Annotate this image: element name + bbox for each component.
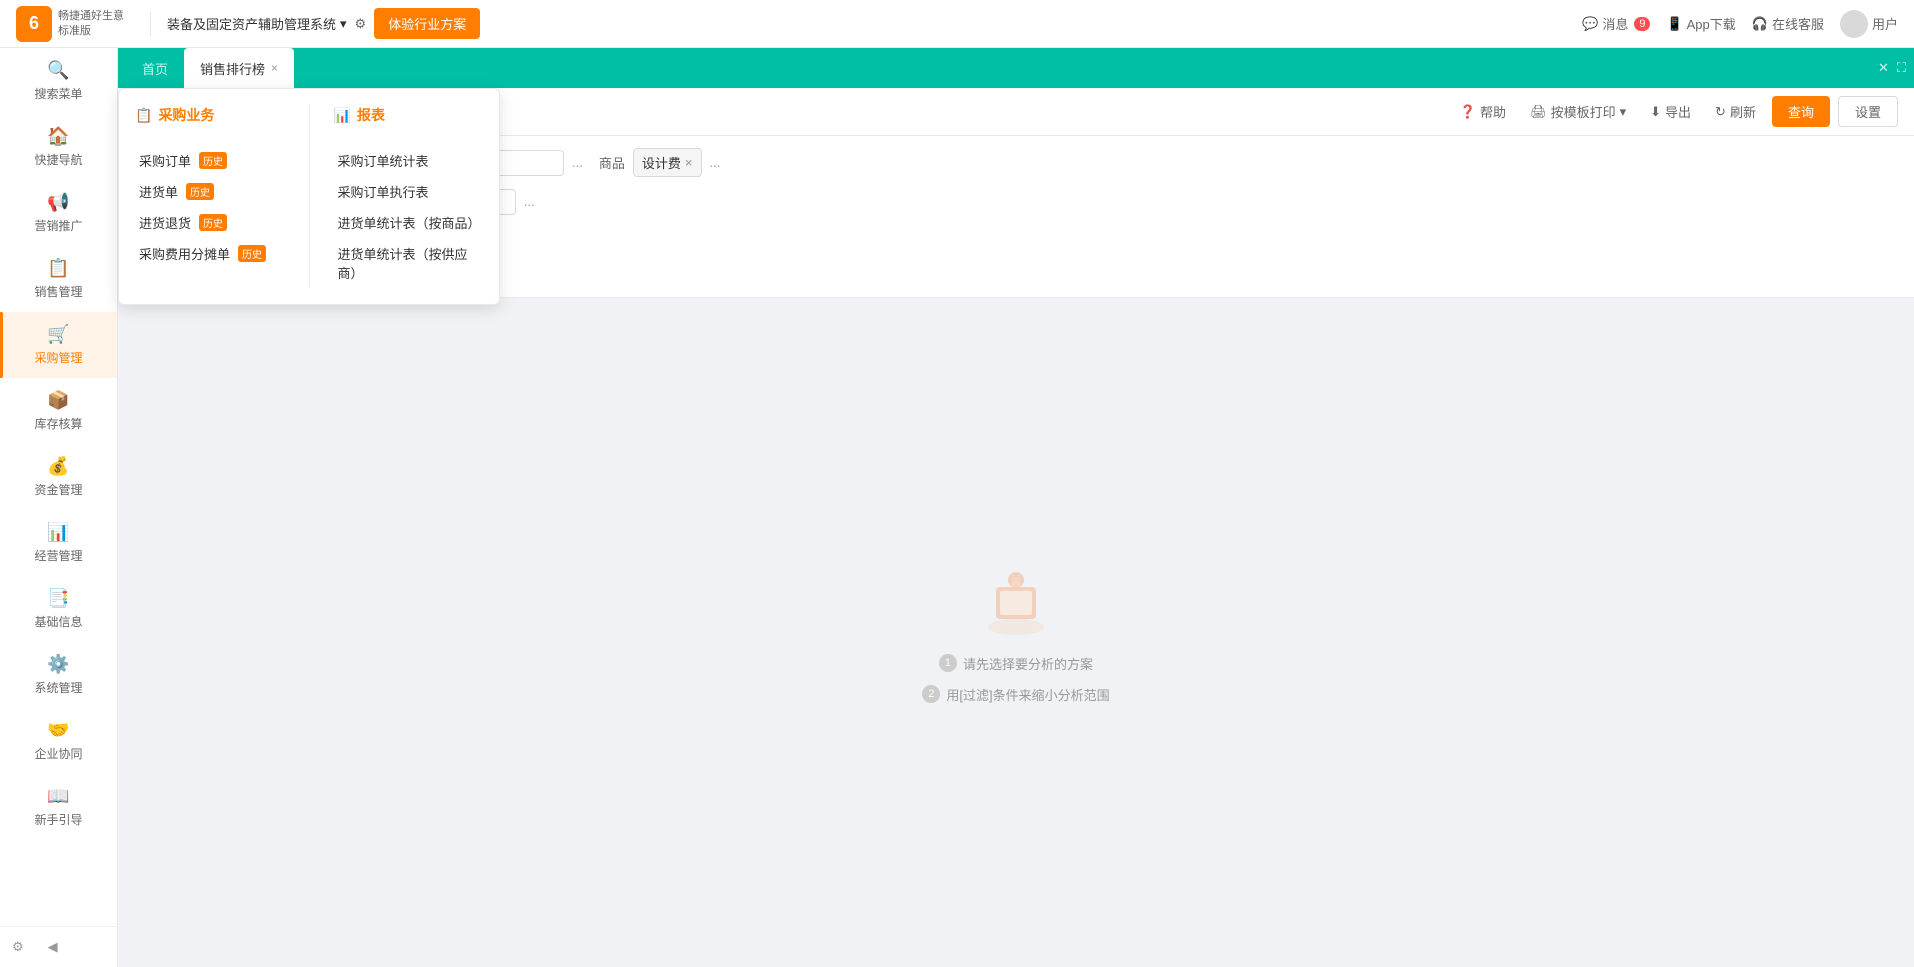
order-exec-label: 采购订单执行表 <box>338 182 429 201</box>
tab-sales-ranking[interactable]: 销售排行榜 × <box>184 48 294 88</box>
message-icon: 💬 <box>1582 16 1598 32</box>
top-right: 💬 消息 9 📱 App下载 🎧 在线客服 用户 <box>1582 10 1898 38</box>
purchase-section-icon: 📋 <box>135 107 152 124</box>
return-label: 进货退货 <box>139 213 191 232</box>
menu-item-purchase-order[interactable]: 采购订单 历史 <box>135 145 285 176</box>
user-button[interactable]: 用户 <box>1840 10 1898 38</box>
message-button[interactable]: 💬 消息 9 <box>1582 14 1650 33</box>
system-name-dropdown[interactable]: 装备及固定资产辅助管理系统 ▾ ⚙ <box>167 14 366 33</box>
message-badge: 9 <box>1634 17 1650 31</box>
menu-item-order-stats[interactable]: 采购订单统计表 <box>334 145 484 176</box>
tab-home-label: 首页 <box>142 59 168 78</box>
chevron-down-icon: ▾ <box>340 16 347 32</box>
avatar <box>1840 10 1868 38</box>
incoming-stats-supplier-label: 进货单统计表（按供应商） <box>338 244 480 282</box>
menu-item-incoming-stats-goods[interactable]: 进货单统计表（按商品） <box>334 207 484 238</box>
maximize-icon[interactable]: ⛶ <box>1897 60 1906 76</box>
close-window-icon[interactable]: ✕ <box>1878 60 1889 76</box>
menu-item-incoming[interactable]: 进货单 历史 <box>135 176 285 207</box>
report-section-icon: 📊 <box>334 107 351 124</box>
menu-item-incoming-stats-supplier[interactable]: 进货单统计表（按供应商） <box>334 238 484 288</box>
top-bar: 6 畅捷通好生意 标准版 装备及固定资产辅助管理系统 ▾ ⚙ 体验行业方案 💬 … <box>0 0 1914 48</box>
system-name: 装备及固定资产辅助管理系统 <box>167 14 336 33</box>
purchase-order-badge: 历史 <box>199 152 227 169</box>
tab-home[interactable]: 首页 <box>126 48 184 88</box>
expense-label: 采购费用分摊单 <box>139 244 230 263</box>
menu-item-return[interactable]: 进货退货 历史 <box>135 207 285 238</box>
tab-bar: 首页 销售排行榜 × ✕ ⛶ <box>118 48 1914 88</box>
purchase-section-title: 📋 采购业务 <box>135 105 285 133</box>
return-badge: 历史 <box>199 214 227 231</box>
divider <box>150 12 151 36</box>
report-section: 📊 报表 采购订单统计表 采购订单执行表 进货单统计表（按商品） 进货单统计表（… <box>334 105 484 288</box>
app-download-button[interactable]: 📱 App下载 <box>1666 14 1735 33</box>
dropdown-menu: 📋 采购业务 采购订单 历史 进货单 历史 进货退货 历史 采购费用分摊单 历史… <box>118 88 500 305</box>
purchase-section: 📋 采购业务 采购订单 历史 进货单 历史 进货退货 历史 采购费用分摊单 历史 <box>135 105 285 288</box>
incoming-badge: 历史 <box>186 183 214 200</box>
online-service-button[interactable]: 🎧 在线客服 <box>1752 14 1824 33</box>
logo: 6 畅捷通好生意 标准版 <box>16 6 134 42</box>
logo-text: 畅捷通好生意 标准版 <box>58 9 124 38</box>
search-icon: 🔍 <box>47 60 69 81</box>
logo-icon: 6 <box>16 6 52 42</box>
order-stats-label: 采购订单统计表 <box>338 151 429 170</box>
headset-icon: 🎧 <box>1752 16 1768 32</box>
incoming-stats-goods-label: 进货单统计表（按商品） <box>338 213 480 232</box>
purchase-order-label: 采购订单 <box>139 151 191 170</box>
menu-item-expense[interactable]: 采购费用分摊单 历史 <box>135 238 285 269</box>
incoming-label: 进货单 <box>139 182 178 201</box>
phone-icon: 📱 <box>1666 16 1682 32</box>
gear-icon[interactable]: ⚙ <box>355 16 367 32</box>
tab-sales-ranking-label: 销售排行榜 <box>200 59 265 78</box>
expense-badge: 历史 <box>238 245 266 262</box>
tab-close-icon[interactable]: × <box>271 61 278 75</box>
menu-divider <box>309 105 310 288</box>
menu-item-order-exec[interactable]: 采购订单执行表 <box>334 176 484 207</box>
report-section-title: 📊 报表 <box>334 105 484 133</box>
tab-bar-controls: ✕ ⛶ <box>1878 60 1906 76</box>
industry-button[interactable]: 体验行业方案 <box>374 8 480 39</box>
